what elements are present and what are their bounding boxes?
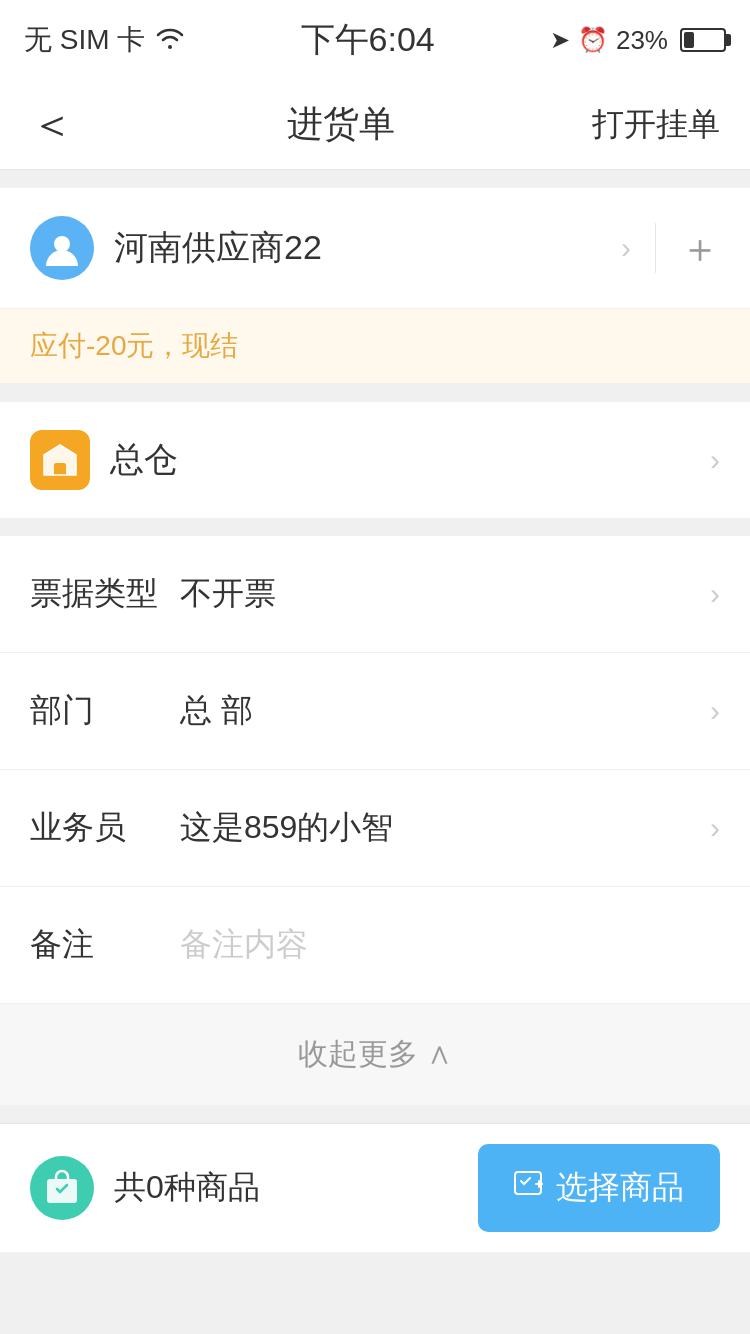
carrier-text: 无 SIM 卡 [24, 21, 145, 59]
salesperson-chevron-icon: › [710, 811, 720, 845]
divider [655, 223, 656, 273]
select-product-label: 选择商品 [556, 1166, 684, 1210]
back-button[interactable]: ＜ [30, 95, 90, 154]
svg-point-0 [54, 236, 70, 252]
warehouse-card: 总仓 › [0, 401, 750, 518]
supplier-name: 河南供应商22 [114, 225, 621, 271]
warehouse-chevron-icon: › [710, 443, 720, 477]
invoice-type-label: 票据类型 [30, 572, 160, 616]
nav-title: 进货单 [287, 100, 395, 149]
section-gap-3 [0, 518, 750, 536]
battery-percent: 23% [616, 25, 668, 56]
warehouse-name: 总仓 [110, 437, 710, 483]
invoice-type-row[interactable]: 票据类型 不开票 › [0, 536, 750, 653]
remark-label: 备注 [30, 923, 160, 967]
battery-icon [680, 28, 726, 52]
location-icon: ➤ [550, 26, 570, 54]
warehouse-icon [30, 430, 90, 490]
status-time: 下午6:04 [301, 17, 435, 63]
salesperson-value: 这是859的小智 [180, 806, 710, 850]
bottom-bar: 共0种商品 选择商品 [0, 1123, 750, 1252]
supplier-avatar [30, 216, 94, 280]
invoice-type-chevron-icon: › [710, 577, 720, 611]
invoice-type-value: 不开票 [180, 572, 710, 616]
notice-text: 应付-20元，现结 [30, 330, 238, 361]
section-gap-2 [0, 383, 750, 401]
supplier-row[interactable]: 河南供应商22 › ＋ [0, 188, 750, 309]
product-icon [30, 1156, 94, 1220]
department-chevron-icon: › [710, 694, 720, 728]
department-value: 总 部 [180, 689, 710, 733]
wifi-icon [155, 24, 185, 56]
add-supplier-button[interactable]: ＋ [680, 221, 720, 276]
section-gap-1 [0, 170, 750, 188]
alarm-icon: ⏰ [578, 26, 608, 54]
select-product-button[interactable]: 选择商品 [478, 1144, 720, 1232]
collapse-label: 收起更多 ∧ [298, 1034, 451, 1075]
collapse-button[interactable]: 收起更多 ∧ [0, 1004, 750, 1105]
remark-placeholder: 备注内容 [180, 923, 720, 967]
nav-bar: ＜ 进货单 打开挂单 [0, 80, 750, 170]
supplier-card: 河南供应商22 › ＋ 应付-20元，现结 [0, 188, 750, 383]
select-product-icon [514, 1170, 546, 1207]
department-row[interactable]: 部门 总 部 › [0, 653, 750, 770]
product-count: 共0种商品 [114, 1166, 478, 1210]
remark-row[interactable]: 备注 备注内容 [0, 887, 750, 1004]
salesperson-row[interactable]: 业务员 这是859的小智 › [0, 770, 750, 887]
status-right: ➤ ⏰ 23% [550, 25, 726, 56]
warehouse-row[interactable]: 总仓 › [0, 401, 750, 518]
supplier-chevron-icon: › [621, 231, 631, 265]
department-label: 部门 [30, 689, 160, 733]
status-bar: 无 SIM 卡 下午6:04 ➤ ⏰ 23% [0, 0, 750, 80]
open-pending-button[interactable]: 打开挂单 [592, 103, 720, 147]
salesperson-label: 业务员 [30, 806, 160, 850]
status-left: 无 SIM 卡 [24, 21, 185, 59]
form-section: 票据类型 不开票 › 部门 总 部 › 业务员 这是859的小智 › 备注 备注… [0, 536, 750, 1004]
notice-bar: 应付-20元，现结 [0, 309, 750, 383]
section-gap-4 [0, 1105, 750, 1123]
